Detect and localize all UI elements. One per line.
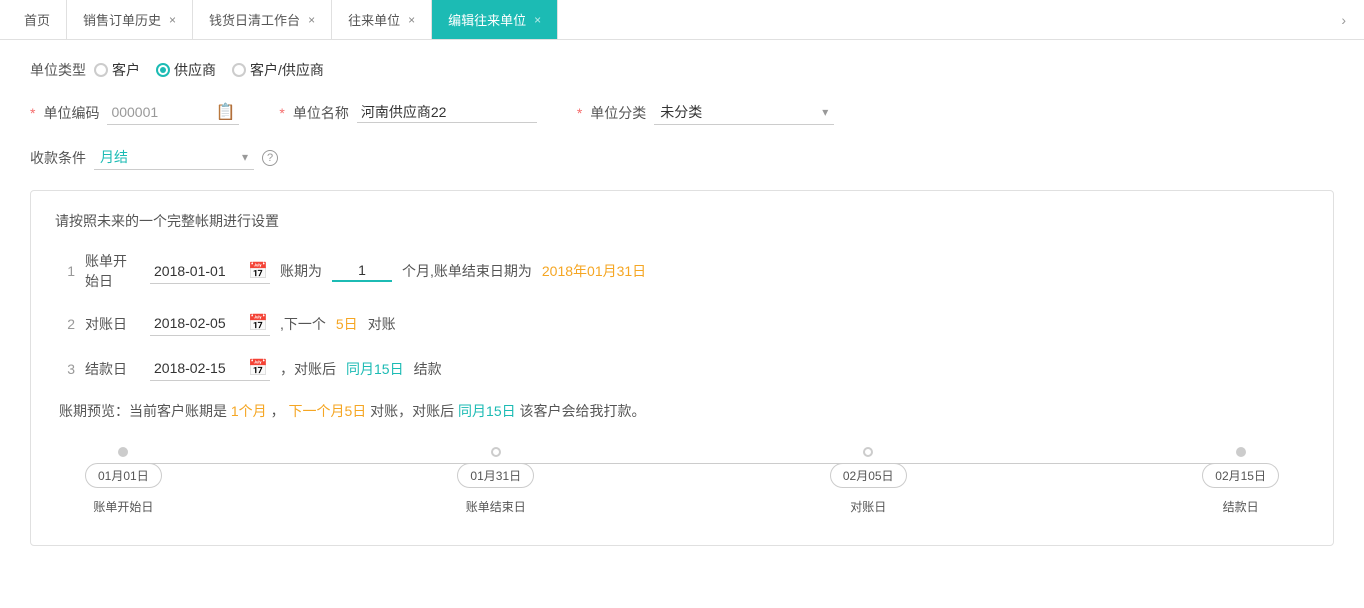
period-desc-2-prefix: ,下一个 <box>280 314 326 334</box>
node-label-1: 账单开始日 <box>93 498 153 515</box>
preview-text: 账期预览：当前客户账期是 1个月 ， 下一个月5日 对账，对账后 同月15日 该… <box>55 401 1309 421</box>
period-box: 请按照未来的一个完整帐期进行设置 1 账单开始日 📅 账期为 个月,账单结束日期… <box>30 190 1334 546</box>
preview-part2: 下一个月5日 <box>288 403 366 419</box>
payment-arrow-icon: ▾ <box>242 150 248 164</box>
date-input-3[interactable] <box>154 360 244 376</box>
period-num-2: 2 <box>55 316 75 332</box>
required-name: * <box>279 105 284 121</box>
radio-both[interactable]: 客户/供应商 <box>232 60 324 80</box>
node-dot-2 <box>491 447 501 457</box>
month-input[interactable] <box>332 260 392 282</box>
payment-label: 收款条件 <box>30 148 86 168</box>
node-dot-start <box>118 447 128 457</box>
category-arrow-icon: ▾ <box>822 105 828 119</box>
period-desc-1-suffix: 个月,账单结束日期为 <box>402 261 532 281</box>
timeline-node-3: 02月05日 对账日 <box>830 447 907 515</box>
period-title: 请按照未来的一个完整帐期进行设置 <box>55 211 1309 231</box>
unit-code-icon[interactable]: 📋 <box>215 102 235 122</box>
radio-circle-supplier <box>156 63 170 77</box>
cal-icon-3[interactable]: 📅 <box>248 358 268 378</box>
period-label-2: 对账日 <box>85 314 140 334</box>
period-row-2: 2 对账日 📅 ,下一个 5日 对账 <box>55 311 1309 336</box>
node-label-4: 结款日 <box>1223 498 1259 515</box>
unit-code-input-wrap: 📋 <box>107 100 239 125</box>
date-input-3-wrap: 📅 <box>150 356 270 381</box>
tab-sales-history[interactable]: 销售订单历史 × <box>67 0 193 39</box>
period-end-date-highlight: 2018年01月31日 <box>542 261 646 281</box>
timeline-nodes: 01月01日 账单开始日 01月31日 账单结束日 02月05日 对账日 <box>85 447 1279 515</box>
close-edit-partner[interactable]: × <box>534 13 541 27</box>
close-partner[interactable]: × <box>408 13 415 27</box>
node-dot-end <box>1236 447 1246 457</box>
timeline-container: 01月01日 账单开始日 01月31日 账单结束日 02月05日 对账日 <box>55 437 1309 525</box>
node-date-3: 02月05日 <box>830 463 907 488</box>
required-category: * <box>577 105 582 121</box>
unit-category-select[interactable]: 未分类 ▾ <box>654 100 834 125</box>
preview-part3: 同月15日 <box>458 403 516 419</box>
payment-select[interactable]: 月结 ▾ <box>94 145 254 170</box>
date-input-2[interactable] <box>154 315 244 331</box>
unit-name-input[interactable] <box>357 102 537 123</box>
unit-info-row: * 单位编码 📋 * 单位名称 * 单位分类 未分类 ▾ <box>30 100 1334 125</box>
period-label-1: 账单开始日 <box>85 251 140 291</box>
close-sales-history[interactable]: × <box>169 13 176 27</box>
node-label-3: 对账日 <box>850 498 886 515</box>
timeline-node-end: 02月15日 结款日 <box>1202 447 1279 515</box>
payment-help-icon[interactable]: ? <box>262 150 278 166</box>
period-row-3: 3 结款日 📅 ，对账后 同月15日 结款 <box>55 356 1309 381</box>
radio-circle-both <box>232 63 246 77</box>
period-label-3: 结款日 <box>85 359 140 379</box>
unit-name-label: 单位名称 <box>293 103 349 123</box>
unit-category-label: 单位分类 <box>590 103 646 123</box>
unit-code-group: * 单位编码 📋 <box>30 100 239 125</box>
required-code: * <box>30 105 35 121</box>
period-desc-3-suffix: 结款 <box>414 359 442 379</box>
date-input-1-wrap: 📅 <box>150 259 270 284</box>
radio-supplier[interactable]: 供应商 <box>156 60 216 80</box>
unit-category-group: * 单位分类 未分类 ▾ <box>577 100 834 125</box>
unit-type-row: 单位类型 客户 供应商 客户/供应商 <box>30 60 1334 80</box>
radio-customer[interactable]: 客户 <box>94 60 140 80</box>
radio-circle-customer <box>94 63 108 77</box>
unit-type-label: 单位类型 <box>30 60 86 80</box>
tab-more-button[interactable]: › <box>1331 12 1356 28</box>
preview-part1: 1个月 <box>231 403 267 419</box>
tab-edit-partner[interactable]: 编辑往来单位 × <box>432 0 558 39</box>
period-num-3: 3 <box>55 361 75 377</box>
close-cash-work[interactable]: × <box>308 13 315 27</box>
period-row-1: 1 账单开始日 📅 账期为 个月,账单结束日期为 2018年01月31日 <box>55 251 1309 291</box>
tab-home[interactable]: 首页 <box>8 0 67 39</box>
tab-partner[interactable]: 往来单位 × <box>332 0 432 39</box>
node-date-2: 01月31日 <box>457 463 534 488</box>
period-row2-highlight: 5日 <box>336 314 358 334</box>
node-dot-3 <box>863 447 873 457</box>
cal-icon-1[interactable]: 📅 <box>248 261 268 281</box>
period-desc-1-prefix: 账期为 <box>280 261 322 281</box>
unit-code-label: 单位编码 <box>43 103 99 123</box>
tab-bar: 首页 销售订单历史 × 钱货日清工作台 × 往来单位 × 编辑往来单位 × › <box>0 0 1364 40</box>
period-row3-highlight: 同月15日 <box>346 359 404 379</box>
date-input-2-wrap: 📅 <box>150 311 270 336</box>
cal-icon-2[interactable]: 📅 <box>248 313 268 333</box>
unit-name-group: * 单位名称 <box>279 102 536 123</box>
radio-group: 客户 供应商 客户/供应商 <box>94 60 324 80</box>
payment-group: 收款条件 月结 ▾ ? <box>30 145 278 170</box>
period-desc-3-prefix: ，对账后 <box>280 359 336 379</box>
payment-row: 收款条件 月结 ▾ ? <box>30 145 1334 170</box>
payment-value: 月结 <box>100 147 236 167</box>
tab-cash-work[interactable]: 钱货日清工作台 × <box>193 0 332 39</box>
period-desc-2-suffix: 对账 <box>368 314 396 334</box>
timeline-node-start: 01月01日 账单开始日 <box>85 447 162 515</box>
timeline-node-2: 01月31日 账单结束日 <box>457 447 534 515</box>
node-label-2: 账单结束日 <box>466 498 526 515</box>
page-content: 单位类型 客户 供应商 客户/供应商 * 单位编码 <box>0 40 1364 608</box>
node-date-4: 02月15日 <box>1202 463 1279 488</box>
node-date-1: 01月01日 <box>85 463 162 488</box>
period-num-1: 1 <box>55 263 75 279</box>
unit-code-input[interactable] <box>111 104 211 120</box>
date-input-1[interactable] <box>154 263 244 279</box>
unit-type-group: 单位类型 客户 供应商 客户/供应商 <box>30 60 324 80</box>
unit-category-value: 未分类 <box>660 102 816 122</box>
